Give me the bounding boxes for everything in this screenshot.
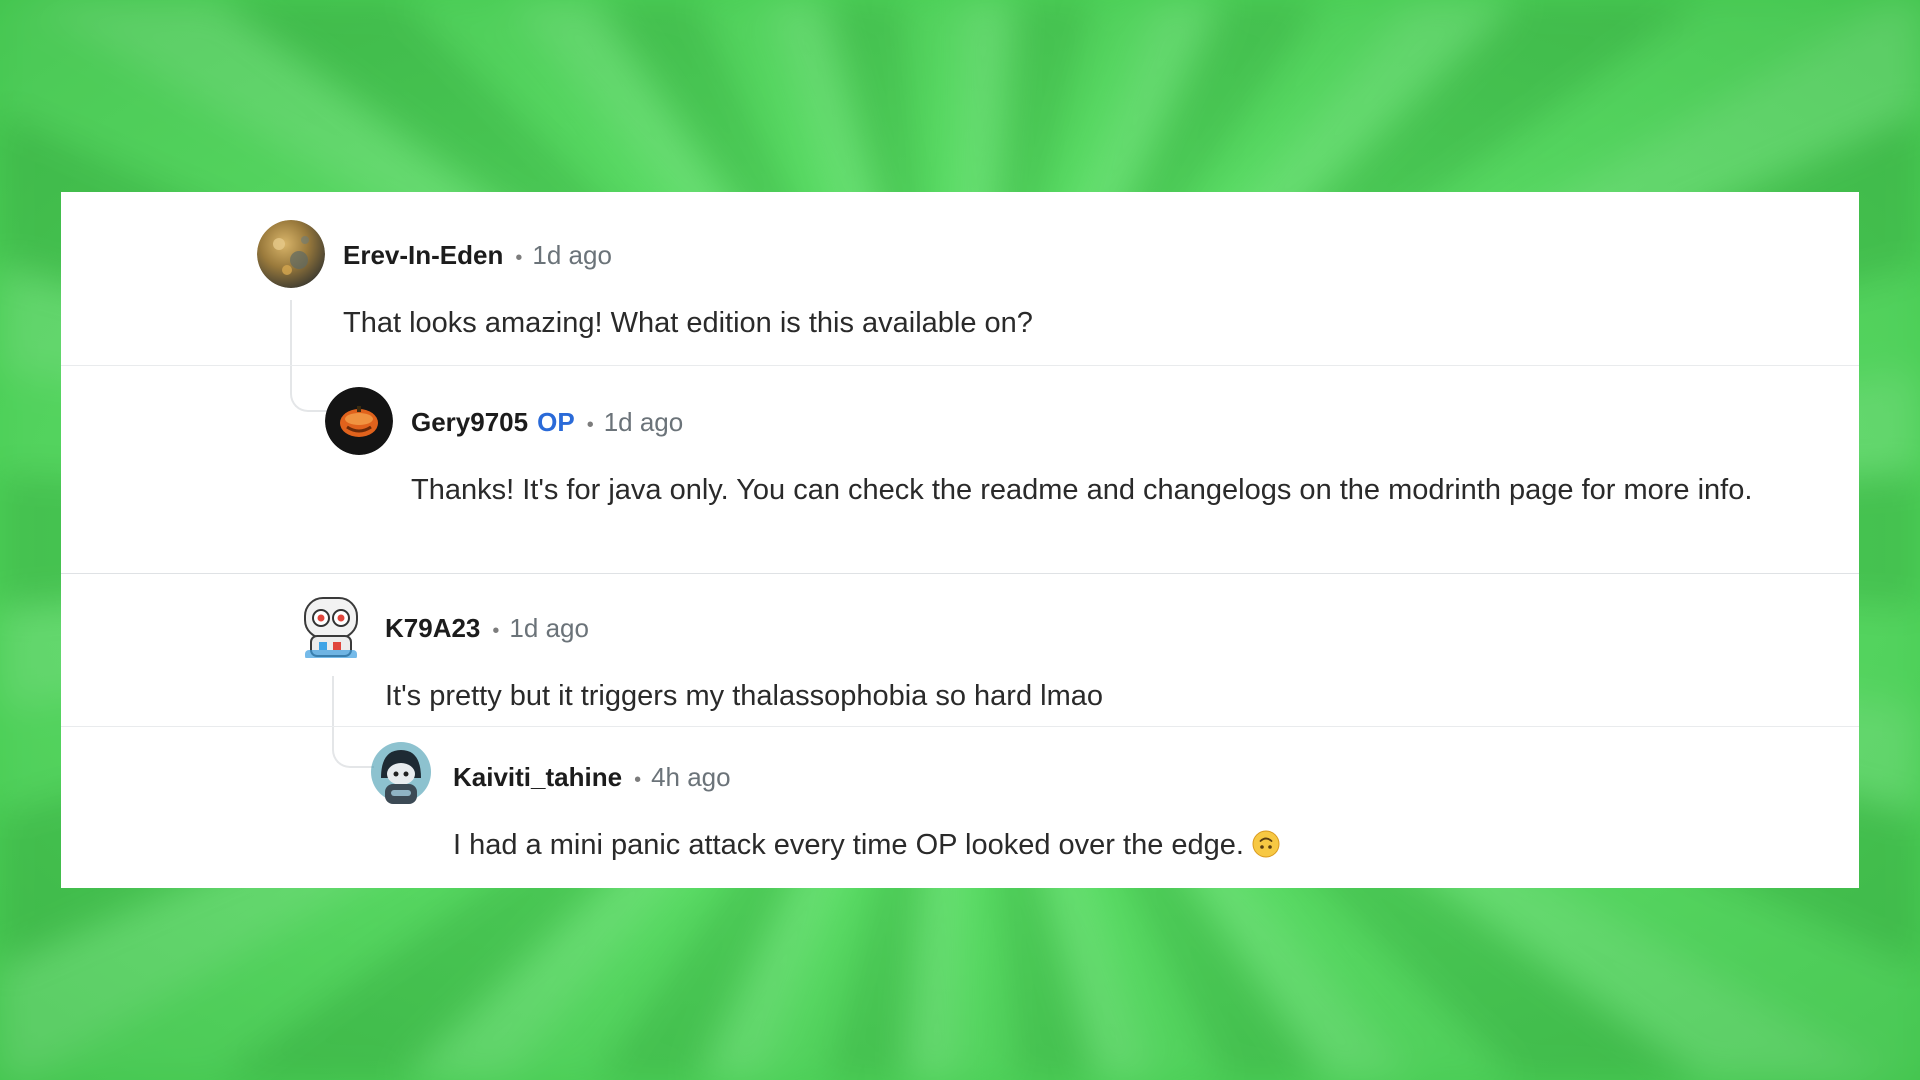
comment-body-text: I had a mini panic attack every time OP …	[453, 829, 1244, 861]
upside-down-face-emoji-icon	[1252, 830, 1280, 858]
thread-connector-line	[290, 300, 332, 412]
user-avatar[interactable]	[297, 590, 365, 658]
golden-moon-avatar-icon	[257, 220, 325, 288]
comment-meta: Erev-In-Eden • 1d ago	[343, 240, 612, 271]
op-badge: OP	[537, 407, 575, 437]
author-name[interactable]: Gery9705	[411, 407, 528, 438]
comment-timestamp[interactable]: 1d ago	[604, 407, 684, 438]
comment-meta: Gery9705 OP • 1d ago	[411, 407, 683, 438]
comment-timestamp[interactable]: 1d ago	[509, 613, 589, 644]
pumpkin-avatar-icon	[325, 387, 393, 455]
user-avatar[interactable]	[325, 387, 393, 455]
comment-body: It's pretty but it triggers my thalassop…	[385, 680, 1103, 712]
hooded-snoo-avatar-icon	[371, 742, 431, 804]
comment-meta: K79A23 • 1d ago	[385, 613, 589, 644]
thread-connector-line	[332, 676, 374, 768]
comment-divider	[61, 365, 1859, 366]
comment-timestamp[interactable]: 4h ago	[651, 762, 731, 793]
meta-separator: •	[634, 769, 642, 791]
author-name[interactable]: Erev-In-Eden	[343, 240, 503, 271]
comment-meta: Kaiviti_tahine • 4h ago	[453, 762, 731, 793]
comment-body: I had a mini panic attack every time OP …	[453, 824, 1833, 866]
comment-timestamp[interactable]: 1d ago	[532, 240, 612, 271]
meta-separator: •	[492, 620, 500, 642]
robot-snoo-avatar-icon	[304, 597, 358, 658]
meta-separator: •	[515, 247, 523, 269]
comment-body: That looks amazing! What edition is this…	[343, 307, 1033, 339]
user-avatar[interactable]	[369, 740, 433, 808]
comment-body: Thanks! It's for java only. You can chec…	[411, 474, 1753, 506]
comment-thread-card: Erev-In-Eden • 1d ago That looks amazing…	[61, 192, 1859, 888]
author-name[interactable]: K79A23	[385, 613, 480, 644]
comment-divider	[61, 573, 1859, 574]
meta-separator: •	[586, 414, 594, 436]
author-name[interactable]: Kaiviti_tahine	[453, 762, 622, 793]
user-avatar[interactable]	[257, 220, 325, 288]
comment-divider	[61, 726, 1859, 727]
